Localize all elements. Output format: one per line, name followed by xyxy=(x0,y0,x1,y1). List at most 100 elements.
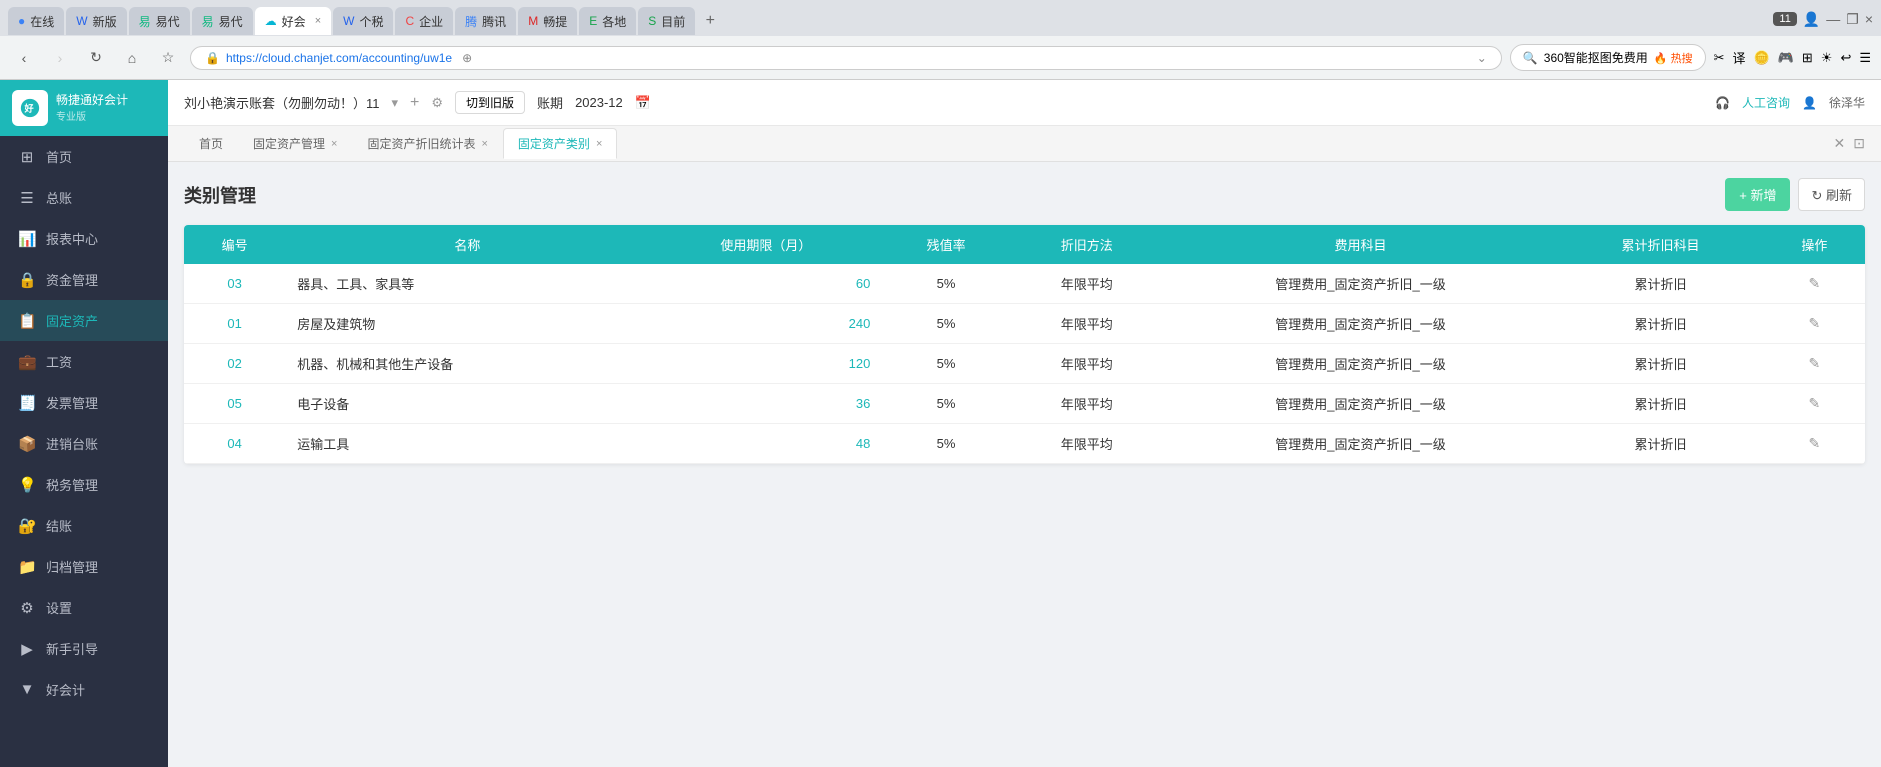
sidebar-item-purchase-sales[interactable]: 📦 进销台账 xyxy=(0,423,168,464)
scissors-icon[interactable]: ✂ xyxy=(1714,50,1725,66)
dropdown-icon[interactable]: ▾ xyxy=(392,95,399,111)
cell-residual: 5% xyxy=(882,424,1010,464)
close-tab-haohui[interactable]: × xyxy=(315,15,321,27)
cell-code[interactable]: 01 xyxy=(184,304,285,344)
cell-accumulated: 累计折旧 xyxy=(1557,344,1763,384)
sidebar-item-closing[interactable]: 🔐 结账 xyxy=(0,505,168,546)
tab-yidai2[interactable]: 易 易代 xyxy=(192,7,253,35)
edit-icon[interactable]: ✎ xyxy=(1808,275,1820,291)
sidebar-item-guide[interactable]: ▶ 新手引导 xyxy=(0,628,168,669)
url-bar[interactable]: 🔒 https://cloud.chanjet.com/accounting/u… xyxy=(190,46,1502,70)
new-tab-button[interactable]: + xyxy=(697,8,723,34)
page-tab-asset-management[interactable]: 固定资产管理 × xyxy=(238,128,352,159)
tab-count-badge: 11 xyxy=(1773,12,1796,26)
cell-action[interactable]: ✎ xyxy=(1764,384,1865,424)
sidebar-item-salary[interactable]: 💼 工资 xyxy=(0,341,168,382)
page-tab-depreciation-report[interactable]: 固定资产折旧统计表 × xyxy=(352,128,502,159)
cell-code[interactable]: 05 xyxy=(184,384,285,424)
cell-accumulated: 累计折旧 xyxy=(1557,424,1763,464)
cell-period: 120 xyxy=(650,344,883,384)
edit-icon[interactable]: ✎ xyxy=(1808,435,1820,451)
tab-gedi[interactable]: E 各地 xyxy=(579,7,636,35)
col-code: 编号 xyxy=(184,225,285,264)
calendar-icon[interactable]: 📅 xyxy=(635,95,651,111)
grid-icon[interactable]: ⊞ xyxy=(1802,50,1813,66)
service-label[interactable]: 人工咨询 xyxy=(1742,94,1790,111)
cell-code[interactable]: 03 xyxy=(184,264,285,304)
game-icon[interactable]: 🎮 xyxy=(1778,50,1794,66)
sidebar-item-archive[interactable]: 📁 归档管理 xyxy=(0,546,168,587)
page-title-row: 类别管理 + 新增 ↻ 刷新 xyxy=(184,178,1865,211)
sidebar-item-invoice[interactable]: 🧾 发票管理 xyxy=(0,382,168,423)
add-button[interactable]: + 新增 xyxy=(1725,178,1790,211)
sidebar-item-reports[interactable]: 📊 报表中心 xyxy=(0,218,168,259)
sidebar-item-settings[interactable]: ⚙ 设置 xyxy=(0,587,168,628)
close-asset-category-tab[interactable]: × xyxy=(596,138,602,150)
sidebar-item-general-ledger[interactable]: ☰ 总账 xyxy=(0,177,168,218)
home-button[interactable]: ⌂ xyxy=(118,44,146,72)
back-button[interactable]: ‹ xyxy=(10,44,38,72)
edit-icon[interactable]: ✎ xyxy=(1808,315,1820,331)
close-window-icon[interactable]: × xyxy=(1865,11,1873,27)
page-tab-asset-category[interactable]: 固定资产类别 × xyxy=(503,128,617,159)
close-panel-icon[interactable]: ✕ xyxy=(1834,135,1846,152)
cell-action[interactable]: ✎ xyxy=(1764,264,1865,304)
haohui-icon: ▼ xyxy=(18,681,36,698)
undo-icon[interactable]: ↩ xyxy=(1840,50,1851,66)
cell-residual: 5% xyxy=(882,344,1010,384)
tab-zaixin[interactable]: ● 在线 xyxy=(8,7,64,35)
cell-code[interactable]: 04 xyxy=(184,424,285,464)
tab-tengxun[interactable]: 腾 腾讯 xyxy=(455,7,516,35)
tab-changtí[interactable]: M 畅提 xyxy=(518,7,577,35)
refresh-button[interactable]: ↻ 刷新 xyxy=(1798,178,1865,211)
menu-icon[interactable]: ☰ xyxy=(1859,50,1871,66)
cell-action[interactable]: ✎ xyxy=(1764,304,1865,344)
tab-gesui[interactable]: W 个税 xyxy=(333,7,393,35)
translate-icon[interactable]: 译 xyxy=(1732,48,1745,67)
tab-qiye[interactable]: C 企业 xyxy=(395,7,453,35)
period-value: 2023-12 xyxy=(575,95,623,110)
sidebar-item-funds[interactable]: 🔒 资金管理 xyxy=(0,259,168,300)
tab-muqian[interactable]: S 目前 xyxy=(638,7,695,35)
tab-haohui[interactable]: ☁ 好会 × xyxy=(255,7,331,35)
restore-icon[interactable]: ❐ xyxy=(1846,11,1859,28)
tab-yidai1[interactable]: 易 易代 xyxy=(129,7,190,35)
sidebar: 好 畅捷通好会计 专业版 ⊞ 首页 ☰ 总账 📊 报表中心 🔒 资金管理 📋 固 xyxy=(0,80,168,767)
tab-xinban[interactable]: W 新版 xyxy=(66,7,126,35)
brightness-icon[interactable]: ☀ xyxy=(1821,50,1833,66)
forward-button[interactable]: › xyxy=(46,44,74,72)
sidebar-item-home[interactable]: ⊞ 首页 xyxy=(0,136,168,177)
search-icon: 🔍 xyxy=(1523,51,1538,65)
site-info-icon: ⊕ xyxy=(462,51,472,65)
logo-text: 畅捷通好会计 xyxy=(56,93,128,109)
maximize-panel-icon[interactable]: ⊡ xyxy=(1853,135,1865,152)
cell-expense: 管理费用_固定资产折旧_一级 xyxy=(1164,384,1558,424)
cell-period: 36 xyxy=(650,384,883,424)
cell-expense: 管理费用_固定资产折旧_一级 xyxy=(1164,304,1558,344)
cell-action[interactable]: ✎ xyxy=(1764,344,1865,384)
sidebar-item-tax[interactable]: 💡 税务管理 xyxy=(0,464,168,505)
sidebar-item-fixed-assets[interactable]: 📋 固定资产 xyxy=(0,300,168,341)
url-dropdown-icon[interactable]: ⌄ xyxy=(1477,51,1487,65)
cell-expense: 管理费用_固定资产折旧_一级 xyxy=(1164,344,1558,384)
add-account-icon[interactable]: + xyxy=(410,94,419,112)
minimize-icon[interactable]: — xyxy=(1826,11,1840,27)
sidebar-item-haohui[interactable]: ▼ 好会计 xyxy=(0,669,168,710)
cell-code[interactable]: 02 xyxy=(184,344,285,384)
page-tab-home[interactable]: 首页 xyxy=(184,128,238,159)
edit-icon[interactable]: ✎ xyxy=(1808,395,1820,411)
wallet-icon[interactable]: 🪙 xyxy=(1754,50,1770,66)
search-bar[interactable]: 🔍 360智能抠图免费用 🔥 热搜 xyxy=(1510,44,1706,71)
edit-icon[interactable]: ✎ xyxy=(1808,355,1820,371)
close-depreciation-tab[interactable]: × xyxy=(481,138,487,150)
switch-version-button[interactable]: 切到旧版 xyxy=(455,91,525,114)
user-name[interactable]: 徐泽华 xyxy=(1829,94,1865,111)
fund-icon: 🔒 xyxy=(18,271,36,289)
svg-text:好: 好 xyxy=(24,103,34,114)
close-asset-management-tab[interactable]: × xyxy=(331,138,337,150)
bookmark-button[interactable]: ☆ xyxy=(154,44,182,72)
cell-action[interactable]: ✎ xyxy=(1764,424,1865,464)
reload-button[interactable]: ↻ xyxy=(82,44,110,72)
tax-icon: 💡 xyxy=(18,476,36,494)
settings-gear-icon[interactable]: ⚙ xyxy=(431,95,443,111)
